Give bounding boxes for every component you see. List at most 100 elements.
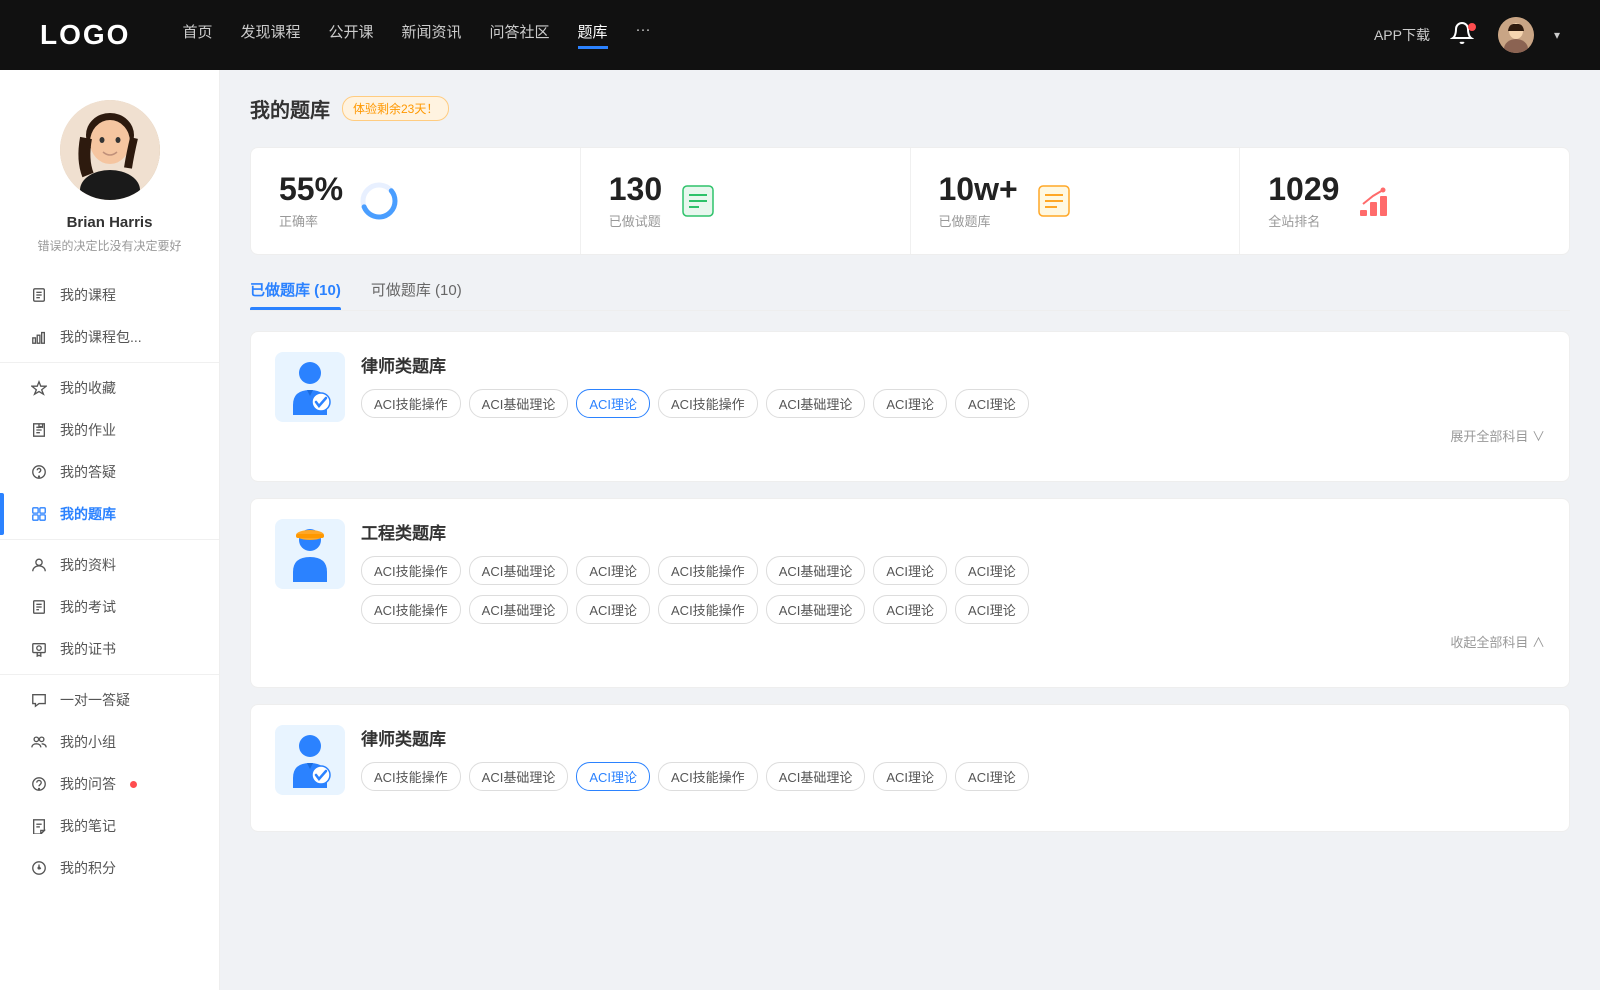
notification-bell[interactable]: [1450, 21, 1478, 49]
page-layout: Brian Harris 错误的决定比没有决定要好 我的课程: [0, 70, 1600, 990]
sidebar-questions-label: 我的答疑: [60, 462, 116, 482]
tag-3-7[interactable]: ACI理论: [955, 762, 1029, 791]
tag-1-7[interactable]: ACI理论: [955, 389, 1029, 418]
stat-ranking: 1029 全站排名: [1240, 148, 1569, 254]
question-icon: [30, 463, 48, 481]
nav-discover[interactable]: 发现课程: [240, 21, 300, 49]
tag-1-3[interactable]: ACI理论: [576, 389, 650, 418]
tag-1-2[interactable]: ACI基础理论: [469, 389, 569, 418]
nav-links: 首页 发现课程 公开课 新闻资讯 问答社区 题库 ···: [182, 21, 1342, 49]
sidebar-cert-label: 我的证书: [60, 639, 116, 659]
nav-home[interactable]: 首页: [182, 21, 212, 49]
tag-2-1[interactable]: ACI技能操作: [361, 556, 461, 585]
tag-1-6[interactable]: ACI理论: [873, 389, 947, 418]
sidebar-item-questions[interactable]: 我的答疑: [0, 451, 219, 493]
main-content: 我的题库 体验剩余23天！ 55% 正确率: [220, 70, 1600, 990]
bank-tags-2a: ACI技能操作 ACI基础理论 ACI理论 ACI技能操作 ACI基础理论 AC…: [361, 556, 1545, 585]
accuracy-icon: [359, 181, 399, 221]
accuracy-number: 55%: [279, 172, 343, 207]
group-icon: [30, 733, 48, 751]
sidebar-notes-label: 我的笔记: [60, 816, 116, 836]
sidebar-group-label: 我的小组: [60, 732, 116, 752]
sidebar-motto: 错误的决定比没有决定要好: [22, 237, 196, 254]
sidebar: Brian Harris 错误的决定比没有决定要好 我的课程: [0, 70, 220, 990]
tag-2-9[interactable]: ACI基础理论: [469, 595, 569, 624]
tag-3-5[interactable]: ACI基础理论: [766, 762, 866, 791]
tag-2-11[interactable]: ACI技能操作: [658, 595, 758, 624]
qdone-icon: [678, 181, 718, 221]
tag-1-1[interactable]: ACI技能操作: [361, 389, 461, 418]
user-avatar[interactable]: [1498, 17, 1534, 53]
note-icon: [30, 817, 48, 835]
sidebar-username: Brian Harris: [67, 214, 153, 231]
tag-2-6[interactable]: ACI理论: [873, 556, 947, 585]
bank-collapse-2[interactable]: 收起全部科目 ∧: [361, 632, 1545, 651]
sidebar-menu: 我的课程 我的课程包... 我的收: [0, 274, 219, 889]
sidebar-item-questionbank[interactable]: 我的题库: [0, 493, 219, 535]
tag-2-8[interactable]: ACI技能操作: [361, 595, 461, 624]
sidebar-item-points[interactable]: 我的积分: [0, 847, 219, 889]
stat-banks-done: 10w+ 已做题库: [911, 148, 1241, 254]
tab-done-banks[interactable]: 已做题库 (10): [250, 279, 341, 310]
sidebar-item-packages[interactable]: 我的课程包...: [0, 316, 219, 358]
tag-2-4[interactable]: ACI技能操作: [658, 556, 758, 585]
sidebar-favorites-label: 我的收藏: [60, 378, 116, 398]
nav-news[interactable]: 新闻资讯: [402, 21, 462, 49]
star-icon: [30, 379, 48, 397]
avatar-image: [1498, 17, 1534, 53]
sidebar-item-group[interactable]: 我的小组: [0, 721, 219, 763]
tag-2-2[interactable]: ACI基础理论: [469, 556, 569, 585]
page-title: 我的题库: [250, 94, 330, 123]
nav-open[interactable]: 公开课: [328, 21, 373, 49]
tabs-bar: 已做题库 (10) 可做题库 (10): [250, 279, 1570, 311]
app-download-button[interactable]: APP下载: [1374, 25, 1430, 45]
bank-card-header-2: 工程类题库 ACI技能操作 ACI基础理论 ACI理论 ACI技能操作 ACI基…: [275, 519, 1545, 651]
page-header: 我的题库 体验剩余23天！: [250, 94, 1570, 123]
nav-questionbank[interactable]: 题库: [578, 21, 608, 49]
nav-more[interactable]: ···: [636, 21, 651, 49]
sidebar-item-exams[interactable]: 我的考试: [0, 586, 219, 628]
bank-card-lawyer-1: 律师类题库 ACI技能操作 ACI基础理论 ACI理论 ACI技能操作 ACI基…: [250, 331, 1570, 482]
tag-2-10[interactable]: ACI理论: [576, 595, 650, 624]
sidebar-item-notes[interactable]: 我的笔记: [0, 805, 219, 847]
tag-2-14[interactable]: ACI理论: [955, 595, 1029, 624]
user-menu-chevron[interactable]: ▾: [1554, 28, 1560, 42]
tag-3-1[interactable]: ACI技能操作: [361, 762, 461, 791]
tag-1-4[interactable]: ACI技能操作: [658, 389, 758, 418]
tag-1-5[interactable]: ACI基础理论: [766, 389, 866, 418]
myqa-notification-dot: [130, 781, 137, 788]
qdone-label: 已做试题: [609, 211, 662, 230]
rank-label: 全站排名: [1268, 211, 1339, 230]
rank-text: 1029 全站排名: [1268, 172, 1339, 230]
logo[interactable]: LOGO: [40, 19, 130, 51]
sidebar-item-homework[interactable]: 我的作业: [0, 409, 219, 451]
tag-3-6[interactable]: ACI理论: [873, 762, 947, 791]
tag-3-4[interactable]: ACI技能操作: [658, 762, 758, 791]
sidebar-item-myqa[interactable]: 我的问答: [0, 763, 219, 805]
bank-card-engineer: 工程类题库 ACI技能操作 ACI基础理论 ACI理论 ACI技能操作 ACI基…: [250, 498, 1570, 688]
trial-badge: 体验剩余23天！: [342, 96, 449, 121]
sidebar-packages-label: 我的课程包...: [60, 327, 142, 347]
sidebar-item-tutoring[interactable]: 一对一答疑: [0, 679, 219, 721]
tab-available-banks[interactable]: 可做题库 (10): [371, 279, 462, 310]
sidebar-questionbank-label: 我的题库: [60, 504, 116, 524]
sidebar-item-cert[interactable]: 我的证书: [0, 628, 219, 670]
bdone-number: 10w+: [939, 172, 1018, 207]
sidebar-tutoring-label: 一对一答疑: [60, 690, 130, 710]
sidebar-item-profile[interactable]: 我的资料: [0, 544, 219, 586]
tag-2-12[interactable]: ACI基础理论: [766, 595, 866, 624]
tag-2-7[interactable]: ACI理论: [955, 556, 1029, 585]
bank-icon-lawyer-3: [275, 725, 345, 795]
tag-2-3[interactable]: ACI理论: [576, 556, 650, 585]
bank-title-1: 律师类题库: [361, 352, 1545, 377]
tag-3-2[interactable]: ACI基础理论: [469, 762, 569, 791]
bank-expand-1[interactable]: 展开全部科目 ∨: [361, 426, 1545, 445]
sidebar-item-courses[interactable]: 我的课程: [0, 274, 219, 316]
nav-qa[interactable]: 问答社区: [490, 21, 550, 49]
bank-tags-3: ACI技能操作 ACI基础理论 ACI理论 ACI技能操作 ACI基础理论 AC…: [361, 762, 1545, 791]
tag-3-3[interactable]: ACI理论: [576, 762, 650, 791]
tag-2-13[interactable]: ACI理论: [873, 595, 947, 624]
tag-2-5[interactable]: ACI基础理论: [766, 556, 866, 585]
bank-card-header-1: 律师类题库 ACI技能操作 ACI基础理论 ACI理论 ACI技能操作 ACI基…: [275, 352, 1545, 445]
sidebar-item-favorites[interactable]: 我的收藏: [0, 367, 219, 409]
